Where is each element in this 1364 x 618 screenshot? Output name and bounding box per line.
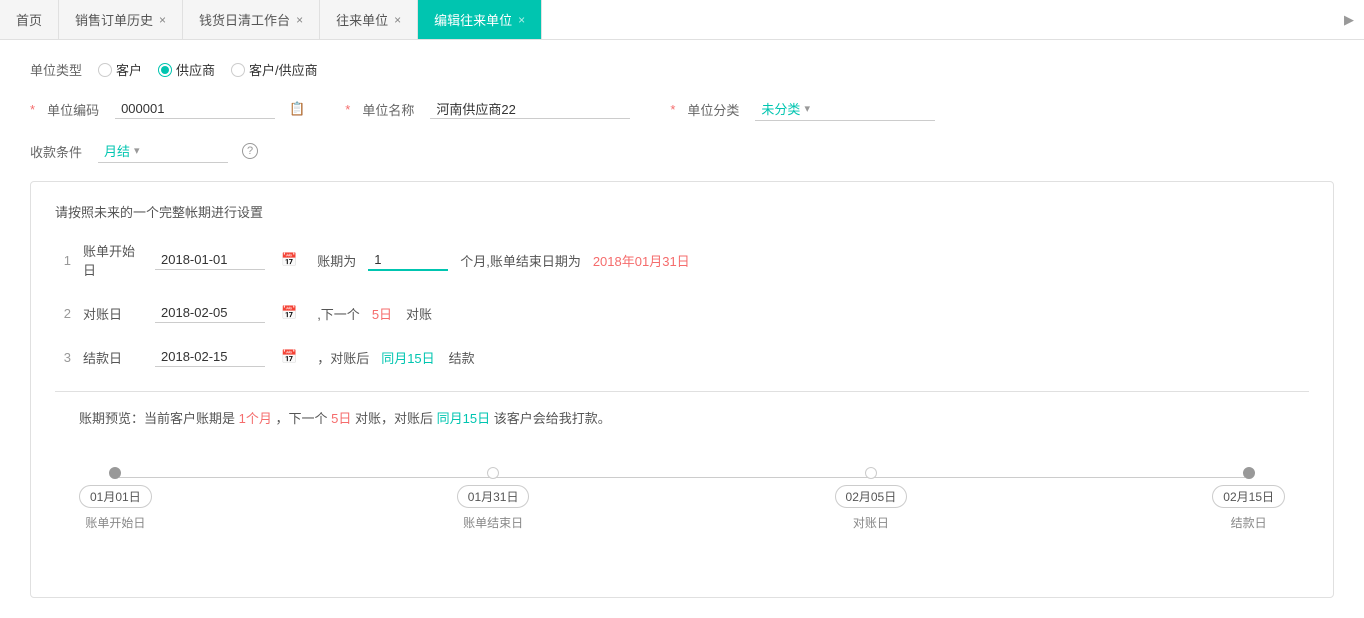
- unit-code-star: *: [30, 102, 35, 117]
- tab-cash-work-close[interactable]: ×: [296, 13, 303, 27]
- tab-partners[interactable]: 往来单位 ×: [320, 0, 418, 39]
- preview-connector1: ，下一个: [276, 411, 328, 426]
- radio-both-circle: [231, 63, 245, 77]
- radio-supplier[interactable]: 供应商: [158, 60, 215, 79]
- main-content: 单位类型 客户 供应商 客户/供应商 * 单位编码 📋 * 单位名称 * 单位分…: [0, 40, 1364, 618]
- tab-sales-history[interactable]: 销售订单历史 ×: [59, 0, 183, 39]
- unit-name-star: *: [345, 102, 350, 117]
- unit-code-label: 单位编码: [47, 100, 99, 119]
- row-3-date: 2018-02-15: [155, 347, 265, 367]
- row-1-num: 1: [55, 253, 71, 268]
- preview-suffix: 该客户会给我打款。: [494, 411, 611, 426]
- unit-category-arrow: ▾: [804, 102, 810, 115]
- timeline-node-2: 02月05日 对账日: [835, 467, 908, 531]
- row-1-highlight: 2018年01月31日: [593, 251, 690, 270]
- unit-code-input[interactable]: [115, 99, 275, 119]
- timeline-node-0: 01月01日 账单开始日: [79, 467, 152, 531]
- radio-both-label: 客户/供应商: [249, 60, 318, 79]
- row-payment-date: 3 结款日 2018-02-15 📅 ，对账后 同月15日 结款: [55, 347, 1309, 367]
- row-1-suffix: 个月,账单结束日期为: [460, 251, 581, 270]
- help-icon[interactable]: ?: [242, 143, 258, 159]
- row-1-cal[interactable]: 📅: [281, 252, 297, 268]
- node-badge-2: 02月05日: [835, 485, 908, 508]
- preview-part3: 同月15日: [437, 411, 490, 426]
- node-circle-3: [1243, 467, 1255, 479]
- row-reconcile-date: 2 对账日 2018-02-05 📅 ,下一个 5日 对账: [55, 303, 1309, 323]
- row-2-date: 2018-02-05: [155, 303, 265, 323]
- row-3-highlight: 同月15日: [381, 348, 434, 367]
- row-1-date: 2018-01-01: [155, 250, 265, 270]
- node-circle-1: [487, 467, 499, 479]
- row-2-cal[interactable]: 📅: [281, 305, 297, 321]
- node-label-1: 账单结束日: [463, 514, 523, 531]
- unit-type-label: 单位类型: [30, 60, 82, 79]
- row-3-suffix: 结款: [449, 348, 475, 367]
- radio-customer-label: 客户: [116, 60, 142, 79]
- node-circle-2: [865, 467, 877, 479]
- row-2-prefix: ,下一个: [317, 304, 360, 323]
- radio-customer-circle: [98, 63, 112, 77]
- row-start-date: 1 账单开始日 2018-01-01 📅 账期为 个月,账单结束日期为 2018…: [55, 241, 1309, 279]
- preview-section: 账期预览：当前客户账期是 1个月 ，下一个 5日 对账，对账后 同月15日 该客…: [55, 391, 1309, 577]
- radio-supplier-circle: [158, 63, 172, 77]
- radio-supplier-label: 供应商: [176, 60, 215, 79]
- row-3-num: 3: [55, 350, 71, 365]
- unit-category-label: 单位分类: [687, 100, 739, 119]
- radio-customer[interactable]: 客户: [98, 60, 142, 79]
- node-label-3: 结款日: [1231, 514, 1267, 531]
- tabs-bar: 首页 销售订单历史 × 钱货日清工作台 × 往来单位 × 编辑往来单位 × ▶: [0, 0, 1364, 40]
- node-badge-1: 01月31日: [457, 485, 530, 508]
- tab-partners-close[interactable]: ×: [394, 13, 401, 27]
- payment-terms-dropdown[interactable]: 月结 ▾: [98, 139, 228, 163]
- row-3-prefix: ，对账后: [317, 348, 369, 367]
- unit-category-value: 未分类: [761, 99, 800, 118]
- unit-name-input[interactable]: [430, 99, 630, 119]
- payment-terms-row: 收款条件 月结 ▾ ?: [30, 139, 1334, 163]
- preview-connector2: 对账，对账后: [355, 411, 433, 426]
- tab-sales-history-close[interactable]: ×: [159, 13, 166, 27]
- period-section: 请按照未来的一个完整帐期进行设置 1 账单开始日 2018-01-01 📅 账期…: [30, 181, 1334, 598]
- preview-part1: 1个月: [239, 411, 272, 426]
- row-2-label: 对账日: [83, 304, 143, 323]
- unit-type-radio-group: 客户 供应商 客户/供应商: [98, 60, 318, 79]
- row-2-suffix: 对账: [406, 304, 432, 323]
- radio-both[interactable]: 客户/供应商: [231, 60, 318, 79]
- row-1-label: 账单开始日: [83, 241, 143, 279]
- row-1-prefix: 账期为: [317, 251, 356, 270]
- tabs-arrow[interactable]: ▶: [1334, 12, 1364, 28]
- row-2-highlight: 5日: [372, 304, 392, 323]
- preview-label: 账期预览：当前客户账期是: [79, 411, 235, 426]
- tab-edit-partner-close[interactable]: ×: [518, 13, 525, 27]
- node-label-2: 对账日: [853, 514, 889, 531]
- unit-type-row: 单位类型 客户 供应商 客户/供应商: [30, 60, 1334, 79]
- row-3-label: 结款日: [83, 348, 143, 367]
- node-badge-0: 01月01日: [79, 485, 152, 508]
- unit-info-row: * 单位编码 📋 * 单位名称 * 单位分类 未分类 ▾: [30, 97, 1334, 121]
- unit-name-label: 单位名称: [362, 100, 414, 119]
- tab-cash-work[interactable]: 钱货日清工作台 ×: [183, 0, 320, 39]
- preview-text: 账期预览：当前客户账期是 1个月 ，下一个 5日 对账，对账后 同月15日 该客…: [79, 408, 1285, 427]
- preview-part2: 5日: [331, 411, 351, 426]
- timeline-node-1: 01月31日 账单结束日: [457, 467, 530, 531]
- unit-code-icon[interactable]: 📋: [289, 101, 305, 117]
- timeline-nodes: 01月01日 账单开始日 01月31日 账单结束日 02月05日 对账日: [79, 467, 1285, 531]
- timeline-node-3: 02月15日 结款日: [1212, 467, 1285, 531]
- unit-category-dropdown[interactable]: 未分类 ▾: [755, 97, 935, 121]
- node-circle-0: [109, 467, 121, 479]
- payment-terms-value: 月结: [104, 141, 130, 160]
- tab-edit-partner[interactable]: 编辑往来单位 ×: [418, 0, 542, 39]
- payment-terms-arrow: ▾: [134, 144, 140, 157]
- unit-category-star: *: [670, 102, 675, 117]
- tab-home[interactable]: 首页: [0, 0, 59, 39]
- payment-terms-label: 收款条件: [30, 142, 82, 161]
- timeline: 01月01日 账单开始日 01月31日 账单结束日 02月05日 对账日: [79, 447, 1285, 561]
- node-label-0: 账单开始日: [85, 514, 145, 531]
- row-2-num: 2: [55, 306, 71, 321]
- period-input[interactable]: [368, 250, 448, 271]
- row-3-cal[interactable]: 📅: [281, 349, 297, 365]
- node-badge-3: 02月15日: [1212, 485, 1285, 508]
- section-title: 请按照未来的一个完整帐期进行设置: [55, 202, 1309, 221]
